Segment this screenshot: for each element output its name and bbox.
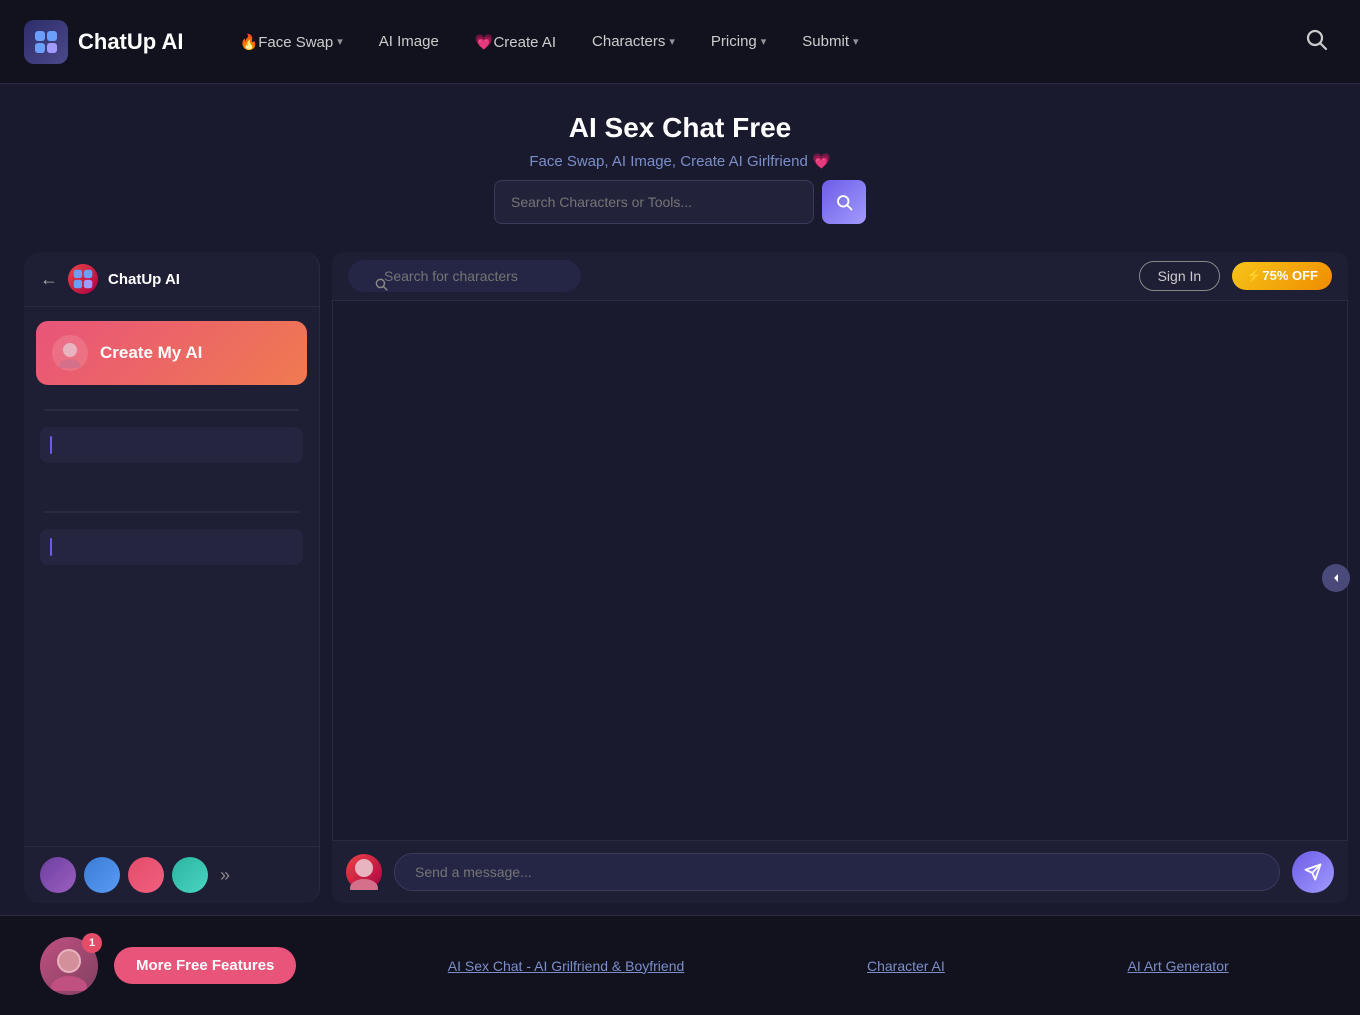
strip-avatar-4[interactable] [172,857,208,893]
bottom-bar: 1 More Free Features AI Sex Chat - AI Gr… [0,915,1360,1015]
search-characters-icon [374,277,388,294]
nav-face-swap[interactable]: 🔥Face Swap ▾ [224,25,359,59]
avatar-strip: » [24,846,319,903]
logo-area[interactable]: ChatUp AI [24,20,184,64]
hero-search-area [494,180,866,224]
nav-submit[interactable]: Submit ▾ [786,25,874,58]
cursor-2 [50,538,52,556]
hero-section: AI Sex Chat Free Face Swap, AI Image, Cr… [0,84,1360,240]
left-panel: ← ChatUp AI Create My AI [24,252,320,903]
fade-gradient [24,766,319,846]
nav-ai-image[interactable]: AI Image [363,25,455,58]
chat-bar-2 [40,529,303,565]
divider-1 [44,409,299,411]
chat-input-bar [332,840,1348,903]
back-button[interactable]: ← [40,269,58,290]
nav-characters[interactable]: Characters ▾ [576,25,691,58]
nav-create-ai[interactable]: 💗Create AI [459,25,572,59]
more-avatars-button[interactable]: » [220,865,230,886]
panel-header: ← ChatUp AI [24,252,319,307]
hero-subtitle: Face Swap, AI Image, Create AI Girlfrien… [0,152,1360,170]
main-nav: 🔥Face Swap ▾ AI Image 💗Create AI Charact… [224,25,1296,59]
chat-input-avatar [346,854,382,890]
bottom-links: AI Sex Chat - AI Grilfriend & Boyfriend … [356,958,1320,974]
collapse-toggle-button[interactable] [1322,564,1350,592]
chat-body [332,301,1348,840]
right-panel: Sign In ⚡75% OFF [332,252,1348,903]
sign-in-button[interactable]: Sign In [1139,261,1221,291]
submit-chevron-icon: ▾ [853,35,859,48]
header: ChatUp AI 🔥Face Swap ▾ AI Image 💗Create … [0,0,1360,84]
more-features-button[interactable]: More Free Features [114,947,296,984]
search-wrapper [348,260,1127,292]
bottom-link-sex-chat[interactable]: AI Sex Chat - AI Grilfriend & Boyfriend [448,958,685,974]
panel-avatar [68,264,98,294]
send-button[interactable] [1292,851,1334,893]
create-my-ai-button[interactable]: Create My AI [36,321,307,385]
cursor-1 [50,436,52,454]
nav-pricing[interactable]: Pricing ▾ [695,25,782,58]
face-swap-chevron-icon: ▾ [337,35,343,48]
heart-icon: 💗 [812,153,831,170]
page-title: AI Sex Chat Free [0,112,1360,144]
strip-avatar-1[interactable] [40,857,76,893]
bottom-link-character-ai[interactable]: Character AI [867,958,945,974]
notification-badge: 1 [82,933,102,953]
bottom-link-art-generator[interactable]: AI Art Generator [1127,958,1228,974]
chat-topbar: Sign In ⚡75% OFF [332,252,1348,301]
hero-search-input[interactable] [494,180,814,224]
hero-search-button[interactable] [822,180,866,224]
main-area: ← ChatUp AI Create My AI [0,240,1360,915]
panel-title: ChatUp AI [108,271,180,288]
create-ai-label: Create My AI [100,343,202,363]
create-ai-avatar [52,335,88,371]
discount-badge[interactable]: ⚡75% OFF [1232,262,1332,290]
strip-avatar-3[interactable] [128,857,164,893]
bottom-avatar-badge[interactable]: 1 [40,937,98,995]
logo-icon [24,20,68,64]
strip-avatar-2[interactable] [84,857,120,893]
pricing-chevron-icon: ▾ [761,35,767,48]
chat-bar-1 [40,427,303,463]
search-icon[interactable] [1296,19,1336,65]
divider-2 [44,511,299,513]
characters-chevron-icon: ▾ [669,35,675,48]
app-name: ChatUp AI [78,29,184,55]
